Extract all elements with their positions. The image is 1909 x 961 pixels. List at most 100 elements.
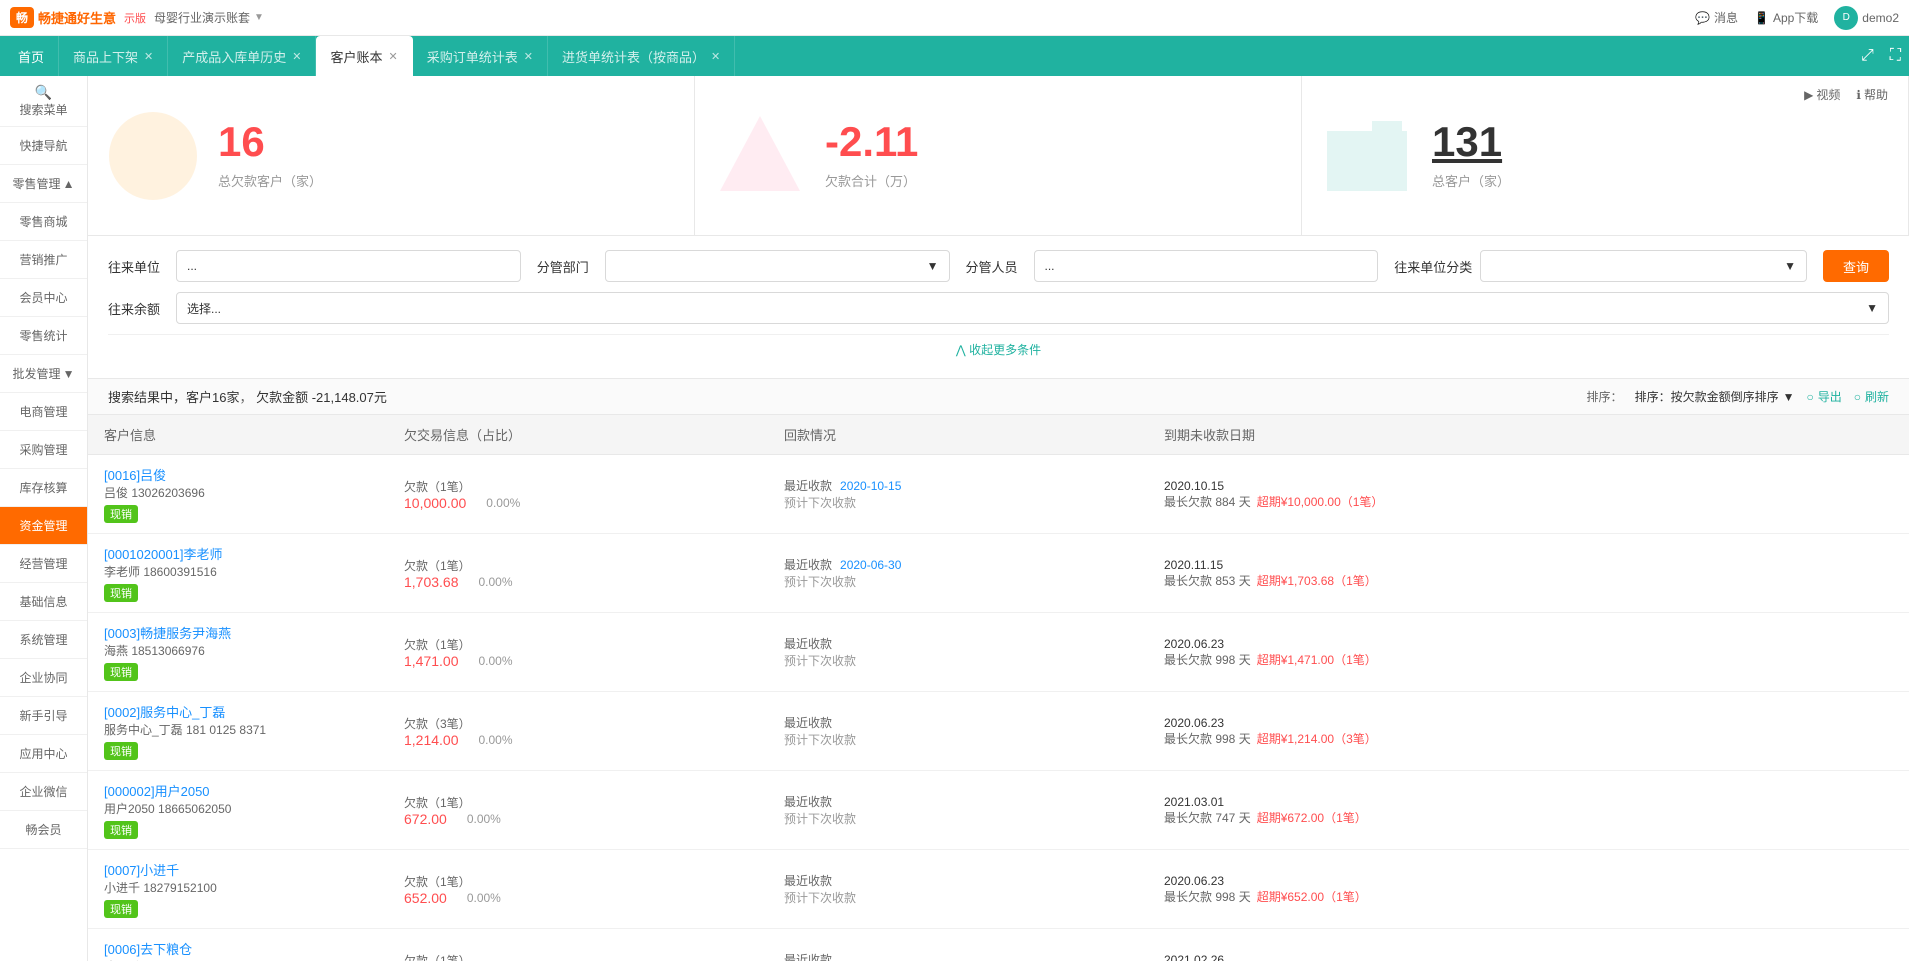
store-dropdown-icon: ▼ bbox=[254, 12, 264, 23]
debt-ratio-2: 0.00% bbox=[479, 654, 513, 668]
search-button[interactable]: 查询 bbox=[1823, 250, 1889, 282]
debt-amount-4: 672.00 bbox=[404, 811, 447, 827]
sidebar-item-purchase[interactable]: 采购管理 bbox=[0, 431, 87, 469]
view-btn[interactable]: ▶ 视频 bbox=[1804, 86, 1840, 103]
tab-product-history[interactable]: 产成品入库单历史 ✕ bbox=[168, 36, 316, 76]
cell-due-date-2: 2020.06.23 最长欠款 998 天 超期¥1,471.00（1笔） bbox=[1148, 613, 1909, 692]
sort-label: 排序： bbox=[1587, 388, 1623, 405]
overdue-amount-1[interactable]: 超期¥1,703.68（1笔） bbox=[1257, 572, 1377, 589]
sidebar-retail-store-label: 零售商城 bbox=[4, 213, 83, 230]
person-input[interactable]: ... bbox=[1034, 250, 1379, 282]
sidebar-item-retail-store[interactable]: 零售商城 bbox=[0, 203, 87, 241]
tab-purchase-order-close[interactable]: ✕ bbox=[524, 50, 533, 63]
app-download-btn[interactable]: 📱 App下载 bbox=[1754, 9, 1818, 26]
balance-select[interactable]: 选择... ▼ bbox=[176, 292, 1889, 324]
sidebar-business-label: 经营管理 bbox=[4, 555, 83, 572]
dept-select[interactable]: ▼ bbox=[605, 250, 950, 282]
customer-link-2[interactable]: [0003]畅捷服务尹海燕 bbox=[104, 626, 231, 641]
tab-home[interactable]: 首页 bbox=[4, 36, 59, 76]
sidebar-item-inventory[interactable]: 库存核算 bbox=[0, 469, 87, 507]
cell-due-date-4: 2021.03.01 最长欠款 747 天 超期¥672.00（1笔） bbox=[1148, 771, 1909, 850]
table-header-row: 客户信息 欠交易信息（占比） 回款情况 到期未收款日期 bbox=[88, 415, 1909, 455]
export-btn[interactable]: ○ 导出 bbox=[1806, 388, 1841, 405]
help-btn[interactable]: ℹ 帮助 bbox=[1856, 86, 1888, 103]
sidebar-item-batch-mgmt[interactable]: 批发管理 ▼ bbox=[0, 355, 87, 393]
tab-goods-close[interactable]: ✕ bbox=[144, 50, 153, 63]
filter-collapse-btn[interactable]: ⋀ 收起更多条件 bbox=[108, 334, 1889, 364]
unit-class-select[interactable]: ▼ bbox=[1480, 250, 1807, 282]
debt-count-5: 欠款（1笔） bbox=[404, 873, 752, 890]
cell-customer-info-1: [0001020001]李老师 李老师 18600391516 现销 bbox=[88, 534, 388, 613]
tab-restore-btn[interactable]: ⤢ bbox=[1857, 43, 1878, 69]
sidebar-item-guide[interactable]: 新手引导 bbox=[0, 697, 87, 735]
recent-label-2: 最近收款 bbox=[784, 635, 832, 652]
tab-product-history-close[interactable]: ✕ bbox=[292, 50, 301, 63]
overdue-days-1: 最长欠款 853 天 bbox=[1164, 572, 1251, 589]
results-info: 搜索结果中，客户16家， 欠款金额 -21,148.07元 bbox=[108, 387, 387, 406]
sidebar-item-app-center[interactable]: 应用中心 bbox=[0, 735, 87, 773]
sidebar-retail-stats-label: 零售统计 bbox=[4, 327, 83, 344]
sidebar-item-marketing[interactable]: 营销推广 bbox=[0, 241, 87, 279]
overdue-amount-0[interactable]: 超期¥10,000.00（1笔） bbox=[1257, 493, 1384, 510]
recent-label-6: 最近收款 bbox=[784, 951, 832, 961]
customer-link-3[interactable]: [0002]服务中心_丁磊 bbox=[104, 705, 225, 720]
export-icon: ○ bbox=[1806, 390, 1813, 404]
stat-card-2-info: -2.11 欠款合计（万） bbox=[825, 121, 918, 190]
sidebar-item-wechat[interactable]: 企业微信 bbox=[0, 773, 87, 811]
brand-name: 畅捷通好生意 bbox=[38, 8, 116, 27]
sidebar-item-finance[interactable]: 资金管理 bbox=[0, 507, 87, 545]
overdue-amount-4[interactable]: 超期¥672.00（1笔） bbox=[1257, 809, 1367, 826]
balance-label: 往来余额 bbox=[108, 299, 168, 318]
sidebar-finance-label: 资金管理 bbox=[4, 517, 83, 534]
sidebar-item-quick-nav[interactable]: 快捷导航 bbox=[0, 127, 87, 165]
sidebar-item-system[interactable]: 系统管理 bbox=[0, 621, 87, 659]
tab-customer-account[interactable]: 客户账本 ✕ bbox=[316, 36, 412, 76]
sidebar-item-vip[interactable]: 畅会员 bbox=[0, 811, 87, 849]
debt-ratio-3: 0.00% bbox=[479, 733, 513, 747]
customer-link-1[interactable]: [0001020001]李老师 bbox=[104, 547, 223, 562]
sidebar-quick-nav-label: 快捷导航 bbox=[4, 137, 83, 154]
sidebar-item-search[interactable]: 🔍 搜索菜单 bbox=[0, 76, 87, 127]
next-label-4: 预计下次收款 bbox=[784, 810, 1132, 827]
message-btn[interactable]: 💬 消息 bbox=[1695, 9, 1738, 26]
tab-fullscreen-btn[interactable]: ⛶ bbox=[1886, 43, 1905, 69]
tab-customer-account-close[interactable]: ✕ bbox=[389, 50, 398, 63]
sort-select[interactable]: 排序：按欠款金额倒序排序 ▼ bbox=[1635, 388, 1795, 405]
overdue-amount-3[interactable]: 超期¥1,214.00（3笔） bbox=[1257, 730, 1377, 747]
customer-link-4[interactable]: [000002]用户2050 bbox=[104, 784, 210, 799]
cell-debt-info-5: 欠款（1笔） 652.00 0.00% bbox=[388, 850, 768, 929]
from-unit-input[interactable]: ... bbox=[176, 250, 521, 282]
next-label-5: 预计下次收款 bbox=[784, 889, 1132, 906]
stat-debt-total-number: -2.11 bbox=[825, 121, 918, 163]
sidebar-item-basic-info[interactable]: 基础信息 bbox=[0, 583, 87, 621]
dept-label: 分管部门 bbox=[537, 257, 597, 276]
sidebar-system-label: 系统管理 bbox=[4, 631, 83, 648]
cell-customer-info-2: [0003]畅捷服务尹海燕 海燕 18513066976 现销 bbox=[88, 613, 388, 692]
user-avatar[interactable]: D demo2 bbox=[1834, 6, 1899, 30]
app-icon: 📱 bbox=[1754, 11, 1769, 25]
sidebar-item-retail-mgmt[interactable]: 零售管理 ▲ bbox=[0, 165, 87, 203]
tab-purchase-order[interactable]: 采购订单统计表 ✕ bbox=[413, 36, 548, 76]
sidebar-item-retail-stats[interactable]: 零售统计 bbox=[0, 317, 87, 355]
overdue-amount-5[interactable]: 超期¥652.00（1笔） bbox=[1257, 888, 1367, 905]
sidebar-item-member[interactable]: 会员中心 bbox=[0, 279, 87, 317]
customer-link-0[interactable]: [0016]吕俊 bbox=[104, 468, 166, 483]
sidebar-item-business[interactable]: 经营管理 bbox=[0, 545, 87, 583]
refresh-btn[interactable]: ○ 刷新 bbox=[1854, 388, 1889, 405]
sidebar: 🔍 搜索菜单 快捷导航 零售管理 ▲ 零售商城 营销推广 会员中心 零售统计 批… bbox=[0, 76, 88, 961]
cell-due-date-3: 2020.06.23 最长欠款 998 天 超期¥1,214.00（3笔） bbox=[1148, 692, 1909, 771]
tab-goods[interactable]: 商品上下架 ✕ bbox=[59, 36, 168, 76]
tab-goods-label: 商品上下架 bbox=[73, 47, 138, 66]
overdue-amount-2[interactable]: 超期¥1,471.00（1笔） bbox=[1257, 651, 1377, 668]
sidebar-item-ecommerce[interactable]: 电商管理 bbox=[0, 393, 87, 431]
cell-collect-status-6: 最近收款 预计下次收款 bbox=[768, 929, 1148, 961]
sidebar-item-enterprise-coop[interactable]: 企业协同 bbox=[0, 659, 87, 697]
cell-due-date-5: 2020.06.23 最长欠款 998 天 超期¥652.00（1笔） bbox=[1148, 850, 1909, 929]
customer-link-6[interactable]: [0006]去下粮仓 bbox=[104, 942, 192, 957]
tab-stock-stats[interactable]: 进货单统计表（按商品） ✕ bbox=[548, 36, 735, 76]
tab-product-history-label: 产成品入库单历史 bbox=[182, 47, 286, 66]
store-selector[interactable]: 母婴行业演示账套 ▼ bbox=[154, 9, 264, 26]
customer-link-5[interactable]: [0007]小进千 bbox=[104, 863, 179, 878]
debt-count-4: 欠款（1笔） bbox=[404, 794, 752, 811]
tab-stock-stats-close[interactable]: ✕ bbox=[711, 50, 720, 63]
